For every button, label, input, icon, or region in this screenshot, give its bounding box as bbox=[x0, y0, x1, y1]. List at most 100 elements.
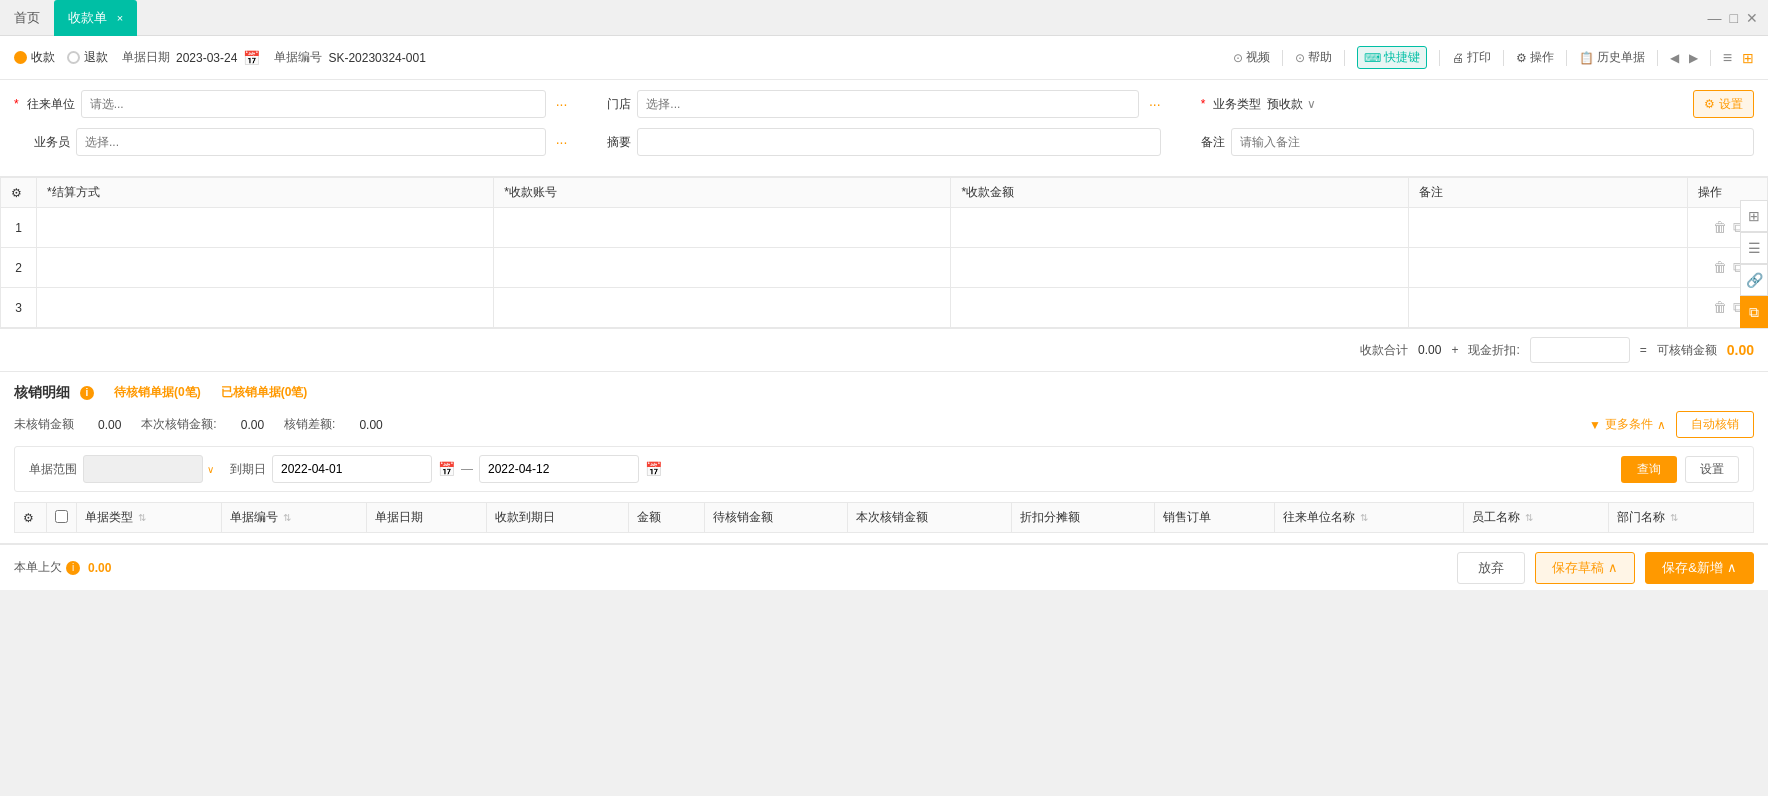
bottom-gear-header[interactable]: ⚙ bbox=[15, 503, 47, 533]
col-date-header: 单据日期 bbox=[366, 503, 486, 533]
right-panel-item-4[interactable]: ⧉ bbox=[1740, 296, 1768, 328]
col-current-header: 本次核销金额 bbox=[847, 503, 1012, 533]
bottom-check-header[interactable] bbox=[47, 503, 77, 533]
history-btn[interactable]: 📋 历史单据 bbox=[1579, 49, 1645, 66]
cal-from-icon[interactable]: 📅 bbox=[438, 461, 455, 477]
range-chevron: ∨ bbox=[207, 464, 214, 475]
row-1-settlement[interactable] bbox=[37, 208, 494, 248]
table-row: 2 🗑 ⧉ bbox=[1, 248, 1768, 288]
row-3-account[interactable] bbox=[494, 288, 951, 328]
tab-done[interactable]: 已核销单据(0笔) bbox=[211, 382, 318, 403]
uncancelled-value: 0.00 bbox=[98, 418, 121, 432]
auto-verify-btn[interactable]: 自动核销 bbox=[1676, 411, 1754, 438]
business-type-value: 预收款 bbox=[1267, 96, 1303, 113]
select-all-checkbox[interactable] bbox=[55, 510, 68, 523]
verify-tabs: 待核销单据(0笔) 已核销单据(0笔) bbox=[104, 382, 317, 403]
divider3 bbox=[1439, 50, 1440, 66]
row-2-settlement[interactable] bbox=[37, 248, 494, 288]
row-2-delete-icon[interactable]: 🗑 bbox=[1713, 259, 1727, 276]
radio-dot-receive bbox=[14, 51, 27, 64]
bottom-settings-btn[interactable]: 设置 bbox=[1685, 456, 1739, 483]
staff-more-btn[interactable]: ··· bbox=[556, 134, 568, 150]
radio-refund[interactable]: 退款 bbox=[67, 49, 108, 66]
row-3-settlement[interactable] bbox=[37, 288, 494, 328]
range-select[interactable] bbox=[83, 455, 203, 483]
print-btn[interactable]: 🖨 打印 bbox=[1452, 49, 1491, 66]
footer: 本单上欠 i 0.00 放弃 保存草稿 ∧ 保存&新增 ∧ bbox=[0, 544, 1768, 590]
date-from-input[interactable] bbox=[272, 455, 432, 483]
counterpart-input[interactable] bbox=[81, 90, 546, 118]
verify-info-icon[interactable]: i bbox=[80, 386, 94, 400]
stats-row: 未核销金额 0.00 本次核销金额: 0.00 核销差额: 0.00 ▼ 更多条… bbox=[14, 411, 1754, 438]
store-input[interactable] bbox=[637, 90, 1139, 118]
col-pending-header: 待核销金额 bbox=[705, 503, 847, 533]
footer-left: 本单上欠 i 0.00 bbox=[14, 559, 111, 576]
nav-right-icon[interactable]: ▶ bbox=[1689, 51, 1698, 65]
col-notes-header: 备注 bbox=[1408, 178, 1687, 208]
row-2-account[interactable] bbox=[494, 248, 951, 288]
staff-input[interactable] bbox=[76, 128, 546, 156]
row-1-amount[interactable] bbox=[951, 208, 1408, 248]
more-conditions-btn[interactable]: ▼ 更多条件 ∧ bbox=[1589, 416, 1666, 433]
row-3-amount[interactable] bbox=[951, 288, 1408, 328]
right-panel-item-1[interactable]: ⊞ bbox=[1740, 200, 1768, 232]
date-range-field: 到期日 📅 — 📅 bbox=[230, 455, 662, 483]
video-btn[interactable]: ⊙ 视频 bbox=[1233, 49, 1270, 66]
save-draft-btn[interactable]: 保存草稿 ∧ bbox=[1535, 552, 1635, 584]
col-number-header: 单据编号 ⇅ bbox=[221, 503, 366, 533]
maximize-btn[interactable]: □ bbox=[1730, 10, 1738, 26]
row-2-notes[interactable] bbox=[1408, 248, 1687, 288]
query-btn[interactable]: 查询 bbox=[1621, 456, 1677, 483]
tab-receipt[interactable]: 收款单 × bbox=[54, 0, 137, 36]
counterpart-more-btn[interactable]: ··· bbox=[556, 96, 568, 112]
verify-title: 核销明细 i 待核销单据(0笔) 已核销单据(0笔) bbox=[14, 382, 1754, 403]
summary-input[interactable] bbox=[637, 128, 1160, 156]
table-settings-header[interactable]: ⚙ bbox=[1, 178, 37, 208]
nav-left-icon[interactable]: ◀ bbox=[1670, 51, 1679, 65]
table-section: ⚙ *结算方式 *收款账号 *收款金额 备注 操作 bbox=[0, 177, 1768, 329]
abandon-btn[interactable]: 放弃 bbox=[1457, 552, 1525, 584]
date-to-input[interactable] bbox=[479, 455, 639, 483]
form-area: * 往来单位 ··· 门店 ··· * 业务类型 预收款 ∨ ⚙ 设置 bbox=[0, 80, 1768, 177]
calendar-icon[interactable]: 📅 bbox=[243, 50, 260, 66]
tab-close-icon[interactable]: × bbox=[117, 12, 123, 24]
discount-input[interactable] bbox=[1530, 337, 1630, 363]
form-settings-btn[interactable]: ⚙ 设置 bbox=[1693, 90, 1754, 118]
col-type-header: 单据类型 ⇅ bbox=[77, 503, 222, 533]
number-field: 单据编号 SK-20230324-001 bbox=[274, 49, 425, 66]
row-3-notes[interactable] bbox=[1408, 288, 1687, 328]
save-new-btn[interactable]: 保存&新增 ∧ bbox=[1645, 552, 1754, 584]
info-icon-footer[interactable]: i bbox=[66, 561, 80, 575]
row-1-account[interactable] bbox=[494, 208, 951, 248]
row-2-num: 2 bbox=[1, 248, 37, 288]
date-value[interactable]: 2023-03-24 bbox=[176, 51, 237, 65]
row-1-notes[interactable] bbox=[1408, 208, 1687, 248]
minimize-btn[interactable]: — bbox=[1708, 10, 1722, 26]
col-counterpart-header: 往来单位名称 ⇅ bbox=[1274, 503, 1463, 533]
help-btn[interactable]: ⊙ 帮助 bbox=[1295, 49, 1332, 66]
row-2-amount[interactable] bbox=[951, 248, 1408, 288]
row-3-delete-icon[interactable]: 🗑 bbox=[1713, 299, 1727, 316]
notes-input[interactable] bbox=[1231, 128, 1754, 156]
store-more-btn[interactable]: ··· bbox=[1149, 96, 1161, 112]
grid-icon[interactable]: ⊞ bbox=[1742, 50, 1754, 66]
current-value: 0.00 bbox=[241, 418, 264, 432]
form-row-1: * 往来单位 ··· 门店 ··· * 业务类型 预收款 ∨ ⚙ 设置 bbox=[14, 90, 1754, 118]
radio-receive[interactable]: 收款 bbox=[14, 49, 55, 66]
this-order-value: 0.00 bbox=[88, 561, 111, 575]
tab-pending[interactable]: 待核销单据(0笔) bbox=[104, 382, 211, 403]
date-field: 单据日期 2023-03-24 📅 bbox=[122, 49, 260, 66]
row-1-delete-icon[interactable]: 🗑 bbox=[1713, 219, 1727, 236]
operations-btn[interactable]: ⚙ 操作 bbox=[1516, 49, 1554, 66]
cal-to-icon[interactable]: 📅 bbox=[645, 461, 662, 477]
staff-field: 业务员 ··· bbox=[14, 128, 567, 156]
business-type-chevron[interactable]: ∨ bbox=[1307, 97, 1316, 111]
close-btn[interactable]: ✕ bbox=[1746, 10, 1758, 26]
radio-group: 收款 退款 bbox=[14, 49, 108, 66]
divider5 bbox=[1566, 50, 1567, 66]
right-panel-item-2[interactable]: ☰ bbox=[1740, 232, 1768, 264]
list-icon[interactable]: ≡ bbox=[1723, 49, 1732, 67]
shortcut-btn[interactable]: ⌨ 快捷键 bbox=[1357, 46, 1427, 69]
right-panel-item-3[interactable]: 🔗 bbox=[1740, 264, 1768, 296]
tab-home[interactable]: 首页 bbox=[0, 0, 54, 36]
